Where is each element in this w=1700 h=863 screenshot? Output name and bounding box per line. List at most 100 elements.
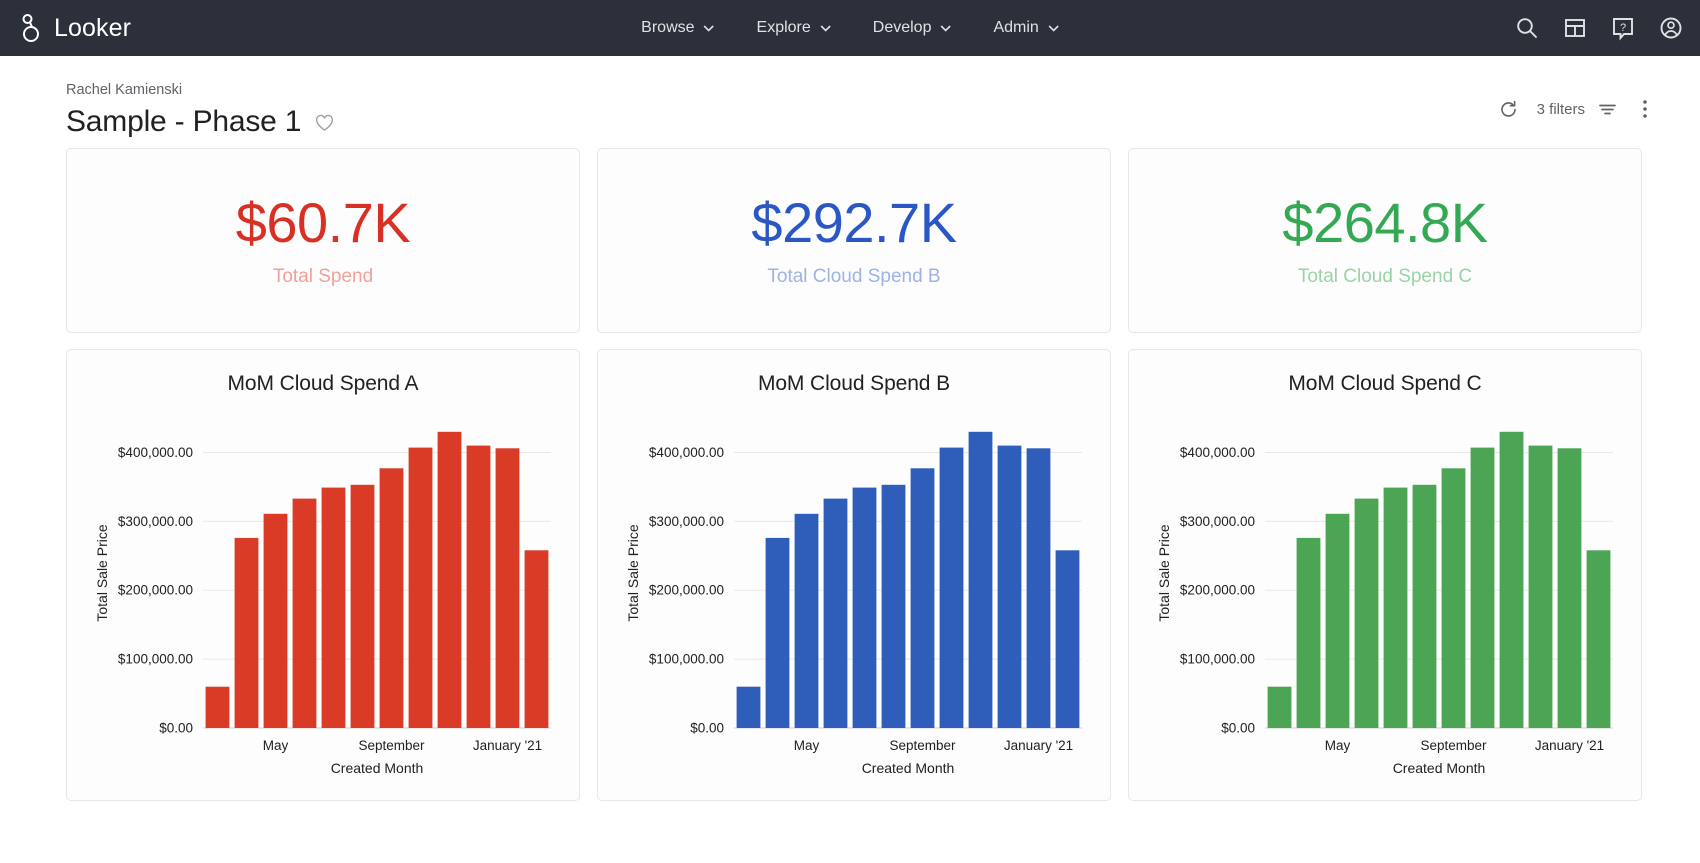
nav-item-browse[interactable]: Browse — [641, 19, 714, 37]
bar — [1297, 538, 1321, 728]
y-tick-label: $0.00 — [690, 721, 724, 736]
bar — [1471, 448, 1495, 728]
top-navigation-bar: Looker Browse Explore Develop Admin — [0, 0, 1700, 56]
bar — [737, 687, 761, 728]
bar — [235, 538, 259, 728]
chart-title: MoM Cloud Spend A — [81, 372, 565, 396]
svg-text:?: ? — [1620, 22, 1626, 34]
bar — [969, 432, 993, 728]
bar — [1384, 488, 1408, 728]
heart-icon[interactable] — [314, 112, 335, 133]
help-icon[interactable]: ? — [1610, 15, 1636, 41]
x-axis-title: Created Month — [1393, 760, 1486, 776]
dashboard-owner: Rachel Kamienski — [66, 80, 1672, 100]
bar — [1587, 550, 1611, 728]
looker-logo[interactable]: Looker — [18, 13, 131, 43]
x-tick-label: May — [794, 738, 820, 753]
bar — [1558, 448, 1582, 728]
y-tick-label: $200,000.00 — [118, 583, 193, 598]
bar-chart: Total Sale Price$0.00$100,000.00$200,000… — [612, 404, 1096, 790]
page-title: Sample - Phase 1 — [66, 103, 301, 141]
looker-logo-text: Looker — [54, 14, 131, 43]
chevron-down-icon — [820, 25, 831, 32]
kpi-row: $60.7K Total Spend $292.7K Total Cloud S… — [66, 148, 1642, 333]
y-tick-label: $100,000.00 — [1180, 652, 1255, 667]
kpi-tile-total-spend[interactable]: $60.7K Total Spend — [66, 148, 580, 333]
x-tick-label: May — [263, 738, 289, 753]
refresh-icon[interactable] — [1498, 99, 1519, 120]
bar — [1529, 446, 1553, 728]
y-tick-label: $0.00 — [1221, 721, 1255, 736]
x-tick-label: September — [1420, 738, 1487, 753]
nav-item-develop[interactable]: Develop — [873, 19, 952, 37]
marketplace-icon[interactable] — [1562, 15, 1588, 41]
y-tick-label: $200,000.00 — [649, 583, 724, 598]
x-tick-label: January '21 — [1004, 738, 1073, 753]
y-tick-label: $400,000.00 — [118, 445, 193, 460]
chart-body[interactable]: Total Sale Price$0.00$100,000.00$200,000… — [612, 404, 1096, 790]
bar — [496, 448, 520, 728]
y-tick-label: $400,000.00 — [1180, 445, 1255, 460]
dashboard-header: Rachel Kamienski Sample - Phase 1 3 filt… — [0, 56, 1700, 148]
bar — [1027, 448, 1051, 728]
kpi-label: Total Cloud Spend C — [1298, 266, 1472, 288]
x-tick-label: September — [889, 738, 956, 753]
x-axis-title: Created Month — [331, 760, 424, 776]
kpi-label: Total Cloud Spend B — [767, 266, 940, 288]
bar — [940, 448, 964, 728]
bar — [525, 550, 549, 728]
nav-label: Admin — [993, 19, 1038, 37]
chevron-down-icon — [704, 25, 715, 32]
filters-count-label: 3 filters — [1537, 101, 1585, 118]
bar — [1326, 514, 1350, 728]
x-tick-label: January '21 — [1535, 738, 1604, 753]
y-tick-label: $400,000.00 — [649, 445, 724, 460]
bar — [795, 514, 819, 728]
bar — [1442, 468, 1466, 728]
bar — [264, 514, 288, 728]
bar — [911, 468, 935, 728]
account-icon[interactable] — [1658, 15, 1684, 41]
bar — [824, 499, 848, 728]
bar — [438, 432, 462, 728]
chart-tile-mom-cloud-spend-b[interactable]: MoM Cloud Spend B Total Sale Price $0.00 $… — [597, 349, 1111, 801]
search-icon[interactable] — [1514, 15, 1540, 41]
bar — [206, 687, 230, 728]
y-tick-label: $200,000.00 — [1180, 583, 1255, 598]
y-tick-label: $300,000.00 — [649, 514, 724, 529]
kpi-value: $292.7K — [751, 194, 956, 252]
x-tick-label: September — [358, 738, 425, 753]
chart-body[interactable]: Total Sale Price$0.00$100,000.00$200,000… — [81, 404, 565, 790]
y-axis-title: Total Sale Price — [625, 524, 641, 621]
bar — [1413, 485, 1437, 728]
nav-item-admin[interactable]: Admin — [993, 19, 1058, 37]
x-tick-label: January '21 — [473, 738, 542, 753]
bar-chart: Total Sale Price$0.00$100,000.00$200,000… — [1143, 404, 1627, 790]
bar — [1500, 432, 1524, 728]
nav-item-explore[interactable]: Explore — [757, 19, 831, 37]
filters-control[interactable]: 3 filters — [1537, 99, 1618, 120]
kpi-tile-total-cloud-spend-c[interactable]: $264.8K Total Cloud Spend C — [1128, 148, 1642, 333]
kebab-menu-icon[interactable] — [1636, 98, 1654, 120]
bar — [766, 538, 790, 728]
chart-tile-mom-cloud-spend-a[interactable]: MoM Cloud Spend A Total Sale Price$0.00$… — [66, 349, 580, 801]
nav-label: Browse — [641, 19, 694, 37]
bar — [409, 448, 433, 728]
kpi-label: Total Spend — [273, 266, 373, 288]
bar — [351, 485, 375, 728]
bar — [1355, 499, 1379, 728]
chart-tile-mom-cloud-spend-c[interactable]: MoM Cloud Spend C Total Sale Price$0.00$… — [1128, 349, 1642, 801]
bar — [882, 485, 906, 728]
nav-label: Explore — [757, 19, 811, 37]
chart-title: MoM Cloud Spend B — [612, 372, 1096, 396]
chart-body[interactable]: Total Sale Price$0.00$100,000.00$200,000… — [1143, 404, 1627, 790]
filter-icon[interactable] — [1597, 99, 1618, 120]
chevron-down-icon — [1048, 25, 1059, 32]
x-axis-title: Created Month — [862, 760, 955, 776]
kpi-value: $264.8K — [1282, 194, 1487, 252]
bar — [998, 446, 1022, 728]
topbar-actions: ? — [1514, 0, 1684, 56]
kpi-tile-total-cloud-spend-b[interactable]: $292.7K Total Cloud Spend B — [597, 148, 1111, 333]
y-axis-title: Total Sale Price — [94, 524, 110, 621]
chevron-down-icon — [940, 25, 951, 32]
